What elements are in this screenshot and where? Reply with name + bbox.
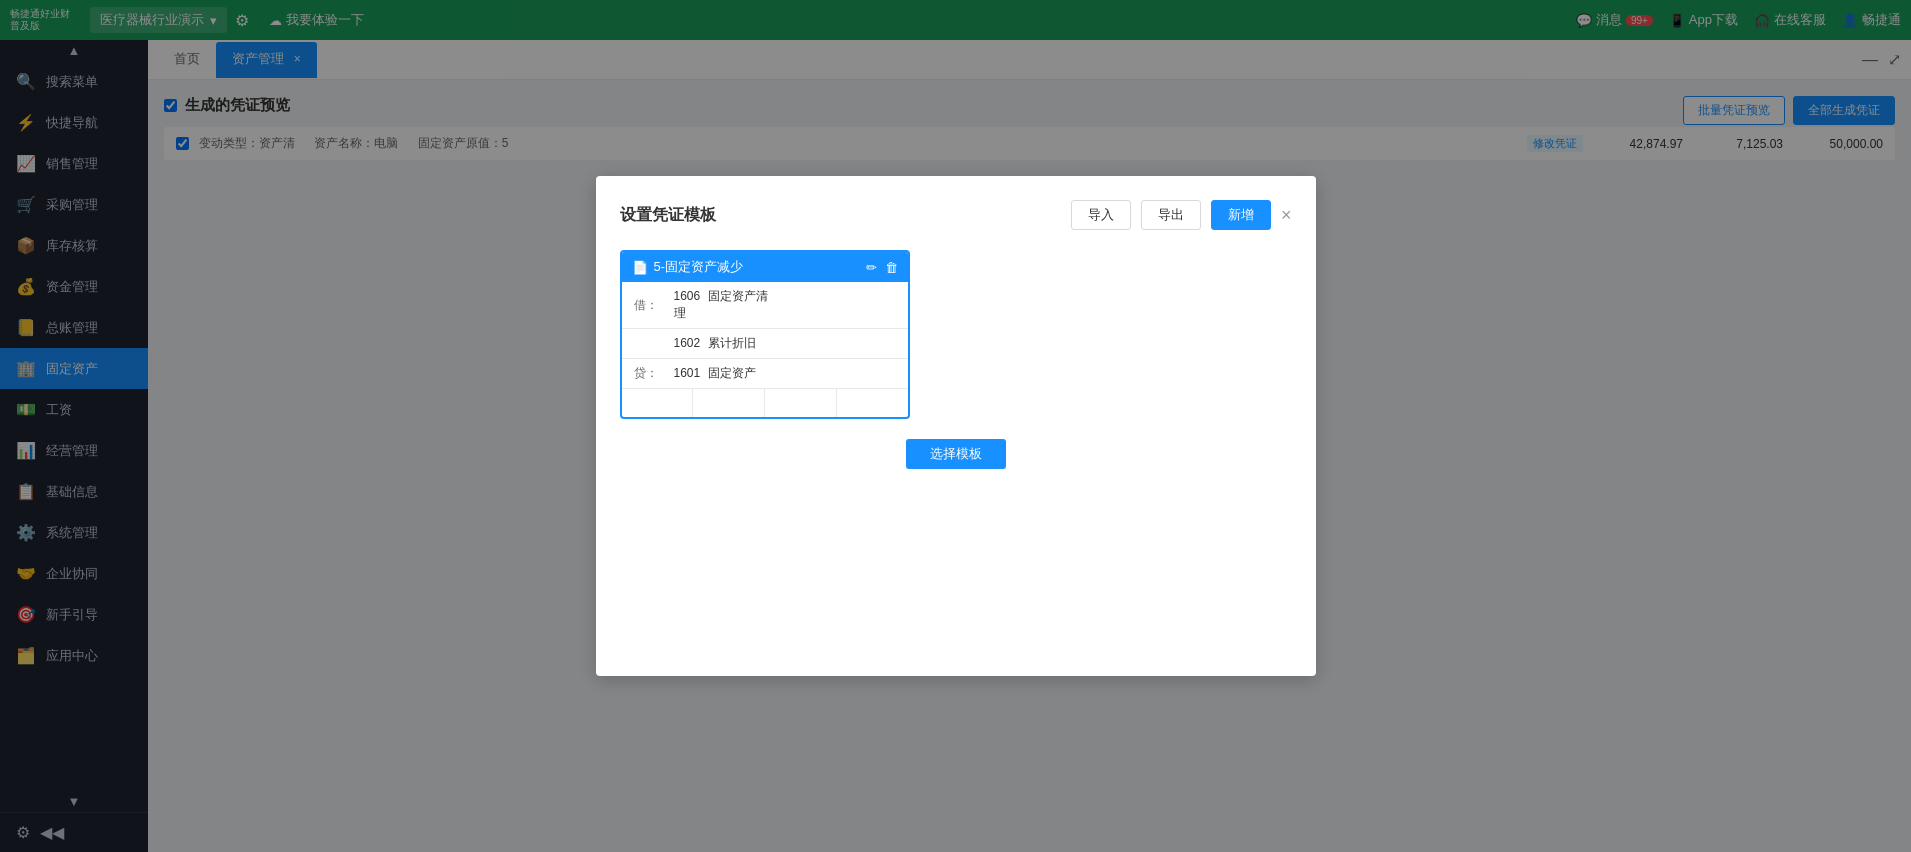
template-card-body: 借： 1606 固定资产清理 1602 累计折旧	[622, 282, 908, 417]
empty-row-1	[622, 389, 908, 417]
dialog-overlay: 设置凭证模板 导入 导出 新增 × 📄 5-固定资产减少 ✏ 🗑	[0, 0, 1911, 852]
entry-account-2: 1601 固定资产	[674, 365, 776, 382]
delete-icon[interactable]: 🗑	[885, 260, 898, 275]
entry-type-0: 借：	[634, 297, 674, 314]
dialog-toolbar: 导入 导出 新增 ×	[1071, 200, 1292, 230]
document-icon: 📄	[632, 260, 648, 275]
template-card-header: 📄 5-固定资产减少 ✏ 🗑	[622, 252, 908, 282]
select-template-button[interactable]: 选择模板	[906, 439, 1006, 469]
template-entry-1: 1602 累计折旧	[622, 329, 908, 359]
entry-account-1: 1602 累计折旧	[674, 335, 776, 352]
entry-type-2: 贷：	[634, 365, 674, 382]
template-card: 📄 5-固定资产减少 ✏ 🗑 借： 1606 固定资产清理	[620, 250, 910, 419]
template-card-title: 📄 5-固定资产减少	[632, 258, 744, 276]
new-template-button[interactable]: 新增	[1211, 200, 1271, 230]
import-button[interactable]: 导入	[1071, 200, 1131, 230]
template-entry-2: 贷： 1601 固定资产	[622, 359, 908, 389]
entry-code-0: 1606 固定资产清理	[674, 288, 776, 322]
template-card-actions: ✏ 🗑	[866, 260, 898, 275]
edit-icon[interactable]: ✏	[866, 260, 877, 275]
dialog-header: 设置凭证模板 导入 导出 新增 ×	[620, 200, 1292, 230]
export-button[interactable]: 导出	[1141, 200, 1201, 230]
dialog-close-button[interactable]: ×	[1281, 200, 1292, 230]
template-empty-rows	[622, 389, 908, 417]
dialog-title: 设置凭证模板	[620, 205, 716, 226]
dialog: 设置凭证模板 导入 导出 新增 × 📄 5-固定资产减少 ✏ 🗑	[596, 176, 1316, 676]
template-entry-0: 借： 1606 固定资产清理	[622, 282, 908, 329]
